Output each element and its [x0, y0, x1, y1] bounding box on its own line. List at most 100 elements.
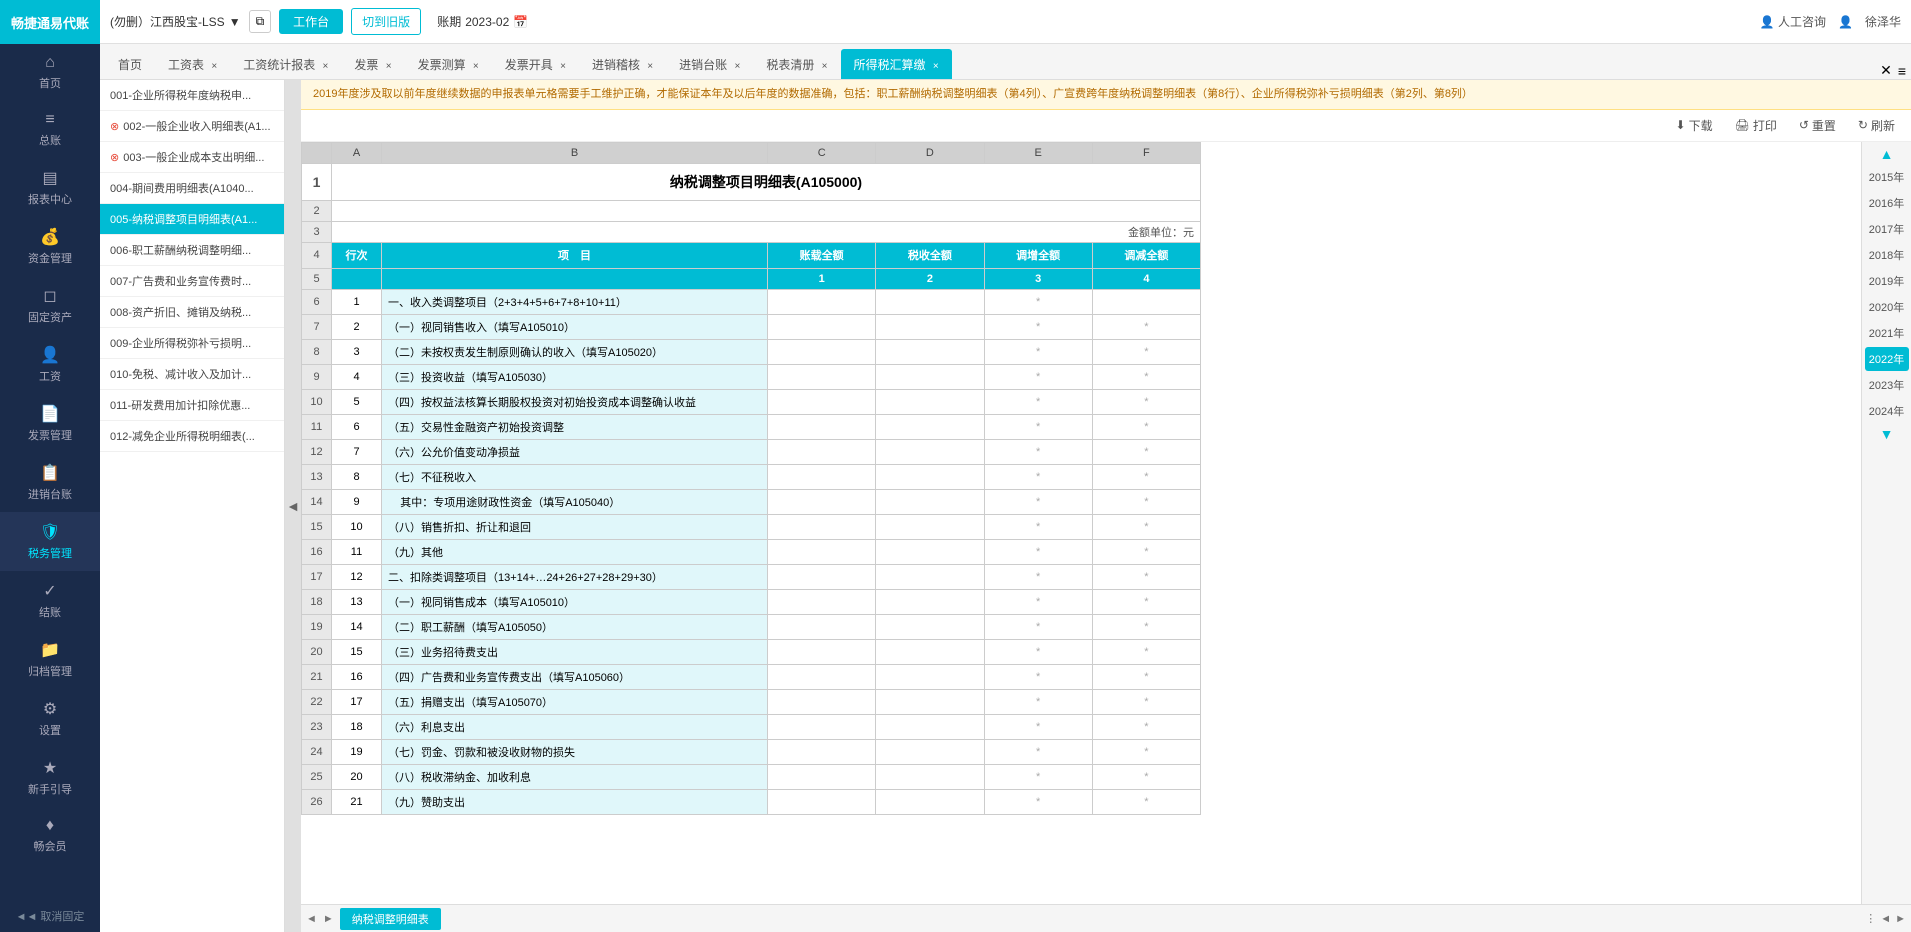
sidebar-item-archive[interactable]: 📁 归档管理 — [0, 630, 100, 689]
data-v3[interactable]: * — [984, 414, 1092, 439]
left-item-003[interactable]: ⊗003-一般企业成本支出明细... — [100, 142, 284, 173]
data-v1[interactable] — [768, 689, 876, 714]
left-item-001[interactable]: 001-企业所得税年度纳税申... — [100, 80, 284, 111]
data-v3[interactable]: * — [984, 364, 1092, 389]
data-v3[interactable]: * — [984, 289, 1092, 314]
data-v2[interactable] — [876, 439, 984, 464]
data-item-name[interactable]: （四）广告费和业务宣传费支出（填写A105060） — [382, 664, 768, 689]
data-item-name[interactable]: （七）罚金、罚款和被没收财物的损失 — [382, 739, 768, 764]
data-item-name[interactable]: （八）销售折扣、折让和退回 — [382, 514, 768, 539]
data-item-name[interactable]: （三）业务招待费支出 — [382, 639, 768, 664]
year-item-2022[interactable]: 2022年 — [1865, 347, 1909, 371]
data-v4[interactable]: * — [1092, 364, 1200, 389]
left-item-007[interactable]: 007-广告费和业务宣传费时... — [100, 266, 284, 297]
old-version-button[interactable]: 切到旧版 — [351, 8, 421, 35]
data-v3[interactable]: * — [984, 439, 1092, 464]
data-item-name[interactable]: 一、收入类调整项目（2+3+4+5+6+7+8+10+11） — [382, 289, 768, 314]
data-v1[interactable] — [768, 539, 876, 564]
tab-invoice-calc[interactable]: 发票测算 × — [405, 49, 492, 79]
data-v3[interactable]: * — [984, 564, 1092, 589]
sidebar-item-closing[interactable]: ✓ 结账 — [0, 571, 100, 630]
data-v2[interactable] — [876, 789, 984, 814]
data-v4[interactable]: * — [1092, 539, 1200, 564]
data-item-name[interactable]: （六）公允价值变动净损益 — [382, 439, 768, 464]
data-v1[interactable] — [768, 464, 876, 489]
data-v2[interactable] — [876, 739, 984, 764]
data-v3[interactable]: * — [984, 714, 1092, 739]
data-v3[interactable]: * — [984, 589, 1092, 614]
tab-payroll[interactable]: 工资表 × — [155, 49, 230, 79]
refresh-button[interactable]: ↻ 刷新 — [1852, 114, 1901, 137]
tab-close-icon[interactable]: × — [822, 61, 828, 72]
data-v1[interactable] — [768, 364, 876, 389]
tab-close-icon[interactable]: × — [647, 61, 653, 72]
data-v4[interactable]: * — [1092, 764, 1200, 789]
year-item-2021[interactable]: 2021年 — [1865, 321, 1909, 345]
tab-close-icon[interactable]: × — [323, 61, 329, 72]
tab-close-icon[interactable]: × — [560, 61, 566, 72]
year-item-2023[interactable]: 2023年 — [1865, 373, 1909, 397]
left-item-006[interactable]: 006-职工薪酬纳税调整明细... — [100, 235, 284, 266]
year-item-2024[interactable]: 2024年 — [1865, 399, 1909, 423]
year-item-2019[interactable]: 2019年 — [1865, 269, 1909, 293]
data-v1[interactable] — [768, 614, 876, 639]
left-item-012[interactable]: 012-减免企业所得税明细表(... — [100, 421, 284, 452]
data-v2[interactable] — [876, 564, 984, 589]
copy-button[interactable]: ⧉ — [249, 10, 272, 33]
data-v2[interactable] — [876, 339, 984, 364]
data-v2[interactable] — [876, 289, 984, 314]
year-nav-up[interactable]: ▲ — [1873, 144, 1901, 164]
data-item-name[interactable]: （二）职工薪酬（填写A105050） — [382, 614, 768, 639]
data-v4[interactable]: * — [1092, 489, 1200, 514]
sidebar-item-purchase-sales[interactable]: 📋 进销台账 — [0, 453, 100, 512]
data-v3[interactable]: * — [984, 514, 1092, 539]
data-v4[interactable]: * — [1092, 414, 1200, 439]
sidebar-item-payroll[interactable]: 👤 工资 — [0, 335, 100, 394]
data-item-name[interactable]: （二）未按权责发生制原则确认的收入（填写A105020） — [382, 339, 768, 364]
data-v1[interactable] — [768, 389, 876, 414]
data-v1[interactable] — [768, 789, 876, 814]
data-item-name[interactable]: （九）赞助支出 — [382, 789, 768, 814]
close-all-icon[interactable]: ✕ — [1880, 62, 1892, 79]
data-v4[interactable]: * — [1092, 664, 1200, 689]
data-v2[interactable] — [876, 389, 984, 414]
data-v1[interactable] — [768, 514, 876, 539]
data-v3[interactable]: * — [984, 539, 1092, 564]
data-v1[interactable] — [768, 764, 876, 789]
tab-close-icon[interactable]: × — [734, 61, 740, 72]
data-v4[interactable]: * — [1092, 389, 1200, 414]
data-v2[interactable] — [876, 714, 984, 739]
data-v3[interactable]: * — [984, 614, 1092, 639]
data-v1[interactable] — [768, 639, 876, 664]
calendar-icon[interactable]: 📅 — [513, 15, 528, 29]
data-v3[interactable]: * — [984, 639, 1092, 664]
data-v2[interactable] — [876, 589, 984, 614]
data-item-name[interactable]: 其中：专项用途财政性资金（填写A105040） — [382, 489, 768, 514]
tab-tax-forms[interactable]: 税表清册 × — [753, 49, 840, 79]
data-v2[interactable] — [876, 314, 984, 339]
data-v4[interactable]: * — [1092, 739, 1200, 764]
help-button[interactable]: 👤 人工咨询 — [1760, 13, 1826, 30]
year-item-2015[interactable]: 2015年 — [1865, 165, 1909, 189]
data-item-name[interactable]: （一）视同销售成本（填写A105010） — [382, 589, 768, 614]
data-v2[interactable] — [876, 639, 984, 664]
reset-button[interactable]: ↺ 重置 — [1793, 114, 1842, 137]
print-button[interactable]: 🖨 打印 — [1729, 114, 1783, 137]
left-item-010[interactable]: 010-免税、减计收入及加计... — [100, 359, 284, 390]
data-v1[interactable] — [768, 439, 876, 464]
data-v2[interactable] — [876, 464, 984, 489]
tab-invoice-open[interactable]: 发票开具 × — [492, 49, 579, 79]
data-v2[interactable] — [876, 364, 984, 389]
tab-close-icon[interactable]: × — [386, 61, 392, 72]
data-v4[interactable] — [1092, 289, 1200, 314]
data-v2[interactable] — [876, 664, 984, 689]
data-item-name[interactable]: （八）税收滞纳金、加收利息 — [382, 764, 768, 789]
data-v4[interactable]: * — [1092, 639, 1200, 664]
data-v2[interactable] — [876, 514, 984, 539]
sidebar-item-member[interactable]: ♦ 畅会员 — [0, 807, 100, 864]
data-item-name[interactable]: （七）不征税收入 — [382, 464, 768, 489]
year-item-2020[interactable]: 2020年 — [1865, 295, 1909, 319]
tab-payroll-stats[interactable]: 工资统计报表 × — [230, 49, 341, 79]
data-v3[interactable]: * — [984, 339, 1092, 364]
data-item-name[interactable]: （五）捐赠支出（填写A105070） — [382, 689, 768, 714]
